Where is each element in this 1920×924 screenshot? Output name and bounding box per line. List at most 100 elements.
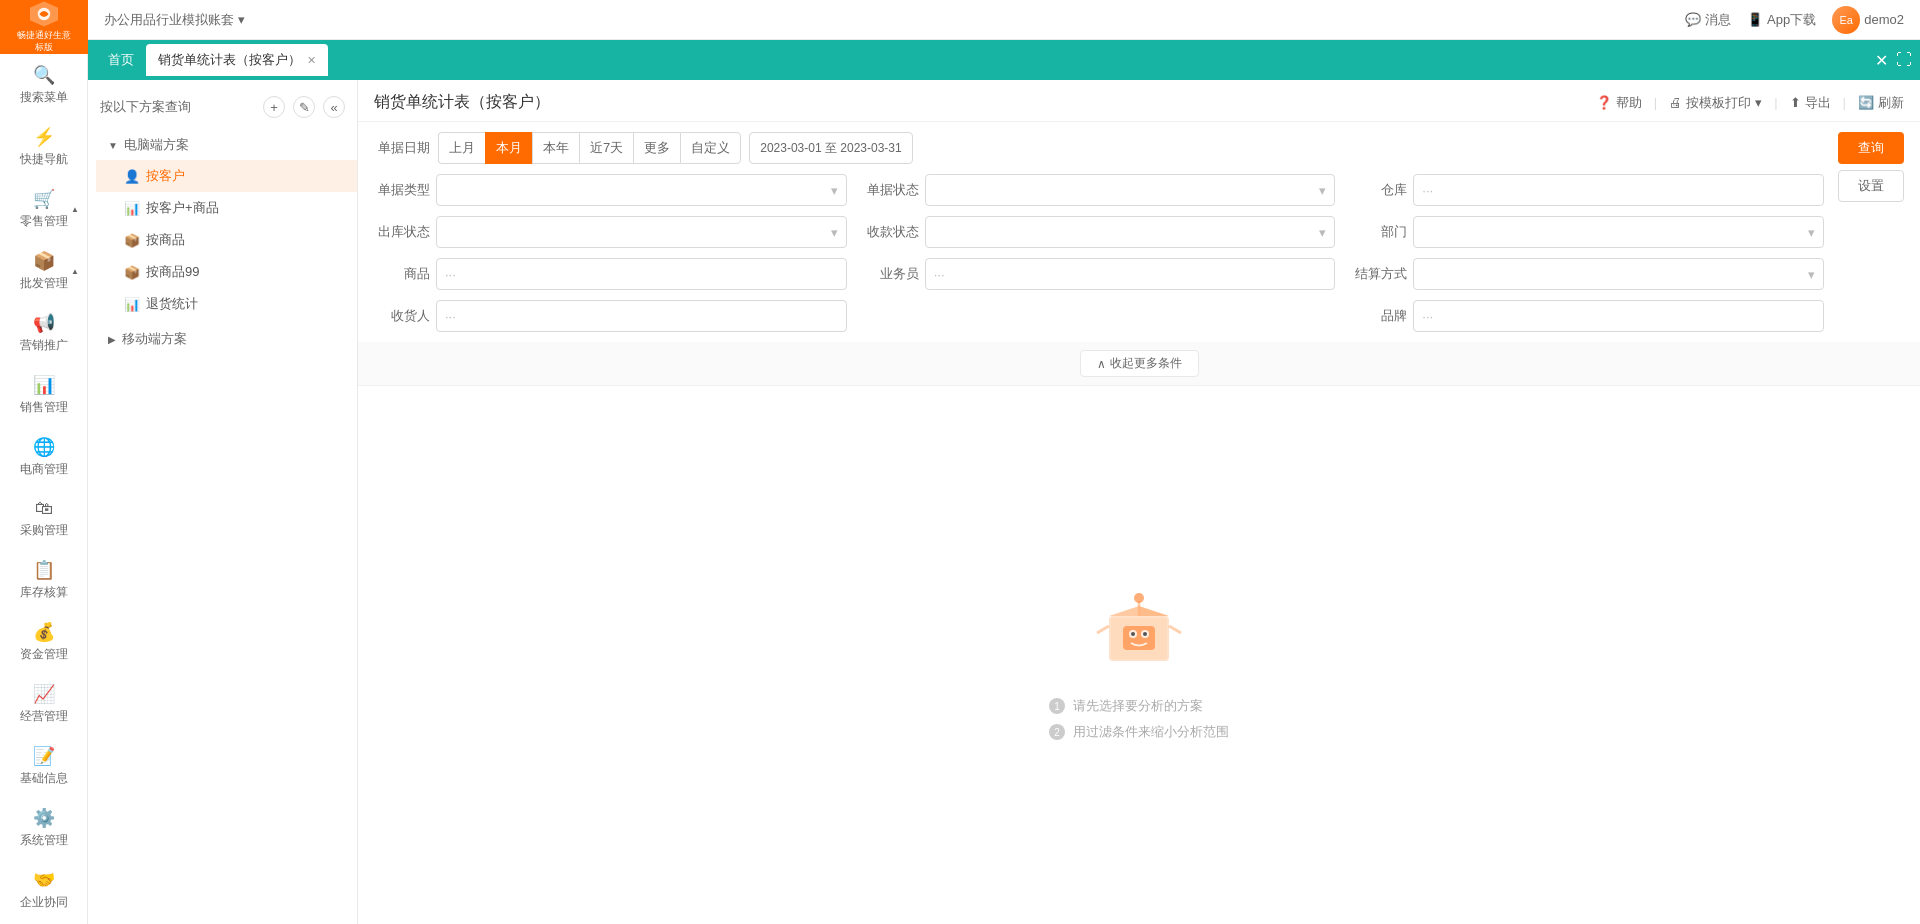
tab-sales-stat-label: 销货单统计表（按客户）: [158, 51, 301, 69]
out-status-chevron: ▾: [831, 225, 838, 240]
close-window-btn[interactable]: ✕: [1875, 51, 1888, 70]
date-btn-7days[interactable]: 近7天: [579, 132, 633, 164]
operations-icon: 📈: [33, 683, 55, 705]
date-btn-this-month[interactable]: 本月: [485, 132, 532, 164]
help-button[interactable]: ❓ 帮助: [1596, 94, 1642, 112]
scheme-item-by-goods[interactable]: 📦 按商品: [96, 224, 357, 256]
order-type-input[interactable]: ▾: [436, 174, 847, 206]
app-download-button[interactable]: 📱 App下载: [1747, 11, 1816, 29]
purchase-icon: 🛍: [35, 498, 53, 519]
filter-cell-salesperson: 业务员 ···: [863, 258, 1336, 290]
download-icon: 📱: [1747, 12, 1763, 27]
filter-cell-dept: 部门 ▾: [1351, 216, 1824, 248]
settings-button[interactable]: 设置: [1838, 170, 1904, 202]
tab-bar: 首页 销货单统计表（按客户） ✕ ✕ ⛶: [88, 40, 1920, 80]
scheme-item-return-stat[interactable]: 📊 退货统计: [96, 288, 357, 320]
sidebar-item-sales[interactable]: 📊 销售管理: [0, 364, 87, 426]
query-button[interactable]: 查询: [1838, 132, 1904, 164]
sidebar-item-quick-nav[interactable]: ⚡ 快捷导航: [0, 116, 87, 178]
scheme-item-by-goods-99[interactable]: 📦 按商品99: [96, 256, 357, 288]
sidebar-item-wholesale[interactable]: 📦 批发管理: [0, 240, 87, 302]
scheme-group-desktop-items: 👤 按客户 📊 按客户+商品 📦 按商品 📦 按商品99: [88, 160, 357, 320]
brand-input[interactable]: ···: [1413, 300, 1824, 332]
quick-nav-icon: ⚡: [33, 126, 55, 148]
sidebar-item-inventory[interactable]: 📋 库存核算: [0, 549, 87, 611]
filter-cell-order-status: 单据状态 ▾: [863, 174, 1336, 206]
date-btn-last-month[interactable]: 上月: [438, 132, 485, 164]
sidebar-item-purchase[interactable]: 🛍 采购管理: [0, 488, 87, 549]
svg-point-9: [1143, 632, 1147, 636]
sidebar-item-ecommerce[interactable]: 🌐 电商管理: [0, 426, 87, 488]
scheme-panel: 按以下方案查询 + ✎ « ▼ 电脑端方案 👤 按客户 📊 按: [88, 80, 358, 924]
scheme-group-mobile-title[interactable]: ▶ 移动端方案: [88, 324, 357, 354]
svg-marker-2: [1109, 606, 1139, 616]
payment-status-input[interactable]: ▾: [925, 216, 1336, 248]
sidebar-label-operations: 经营管理: [20, 708, 68, 725]
tab-close-icon[interactable]: ✕: [307, 54, 316, 67]
tab-home[interactable]: 首页: [96, 44, 146, 76]
salesperson-input[interactable]: ···: [925, 258, 1336, 290]
sidebar-label-purchase: 采购管理: [20, 522, 68, 539]
scheme-panel-header: 按以下方案查询 + ✎ «: [88, 88, 357, 126]
warehouse-input[interactable]: ···: [1413, 174, 1824, 206]
sidebar-label-ecommerce: 电商管理: [20, 461, 68, 478]
sidebar-item-finance[interactable]: 💰 资金管理: [0, 611, 87, 673]
print-icon: 🖨: [1669, 95, 1682, 110]
collapse-button[interactable]: ∧ 收起更多条件: [1080, 350, 1199, 377]
filter-cell-out-status: 出库状态 ▾: [374, 216, 847, 248]
fullscreen-btn[interactable]: ⛶: [1896, 51, 1912, 69]
divider-3: |: [1843, 95, 1846, 110]
username: demo2: [1864, 12, 1904, 27]
sidebar-item-retail[interactable]: 🛒 零售管理: [0, 178, 87, 240]
scheme-item-return-stat-label: 退货统计: [146, 295, 198, 313]
scheme-item-by-customer-goods[interactable]: 📊 按客户+商品: [96, 192, 357, 224]
account-selector[interactable]: 办公用品行业模拟账套 ▾: [104, 11, 245, 29]
user-profile[interactable]: Ea demo2: [1832, 6, 1904, 34]
goods-input[interactable]: ···: [436, 258, 847, 290]
settlement-input[interactable]: ▾: [1413, 258, 1824, 290]
print-button[interactable]: 🖨 按模板打印 ▾: [1669, 94, 1762, 112]
export-button[interactable]: ⬆ 导出: [1790, 94, 1831, 112]
date-btn-custom[interactable]: 自定义: [680, 132, 741, 164]
collapse-scheme-button[interactable]: «: [323, 96, 345, 118]
search-icon: 🔍: [33, 64, 55, 86]
sidebar-item-operations[interactable]: 📈 经营管理: [0, 673, 87, 735]
order-status-label: 单据状态: [863, 181, 919, 199]
message-button[interactable]: 💬 消息: [1685, 11, 1731, 29]
sidebar-item-system[interactable]: ⚙️ 系统管理: [0, 797, 87, 859]
out-status-input[interactable]: ▾: [436, 216, 847, 248]
refresh-button[interactable]: 🔄 刷新: [1858, 94, 1904, 112]
sidebar-item-basic-info[interactable]: 📝 基础信息: [0, 735, 87, 797]
dept-input[interactable]: ▾: [1413, 216, 1824, 248]
collapse-bar[interactable]: ∧ 收起更多条件: [358, 342, 1920, 386]
print-label: 按模板打印: [1686, 94, 1751, 112]
sidebar-label-quick-nav: 快捷导航: [20, 151, 68, 168]
sidebar-label-marketing: 营销推广: [20, 337, 68, 354]
date-range-display[interactable]: 2023-03-01 至 2023-03-31: [749, 132, 912, 164]
hint-num-1: 1: [1049, 698, 1065, 714]
order-status-chevron: ▾: [1319, 183, 1326, 198]
sidebar-item-marketing[interactable]: 📢 营销推广: [0, 302, 87, 364]
help-icon: ❓: [1596, 95, 1612, 110]
add-scheme-button[interactable]: +: [263, 96, 285, 118]
refresh-label: 刷新: [1878, 94, 1904, 112]
date-btn-more[interactable]: 更多: [633, 132, 680, 164]
tab-sales-stat[interactable]: 销货单统计表（按客户） ✕: [146, 44, 328, 76]
order-type-chevron: ▾: [831, 183, 838, 198]
scheme-group-desktop-title[interactable]: ▼ 电脑端方案: [88, 130, 357, 160]
sidebar-item-enterprise[interactable]: 🤝 企业协同: [0, 859, 87, 921]
collapse-up-icon: ∧: [1097, 357, 1106, 371]
receiver-input[interactable]: ···: [436, 300, 847, 332]
date-btn-this-year[interactable]: 本年: [532, 132, 579, 164]
content-wrapper: 按以下方案查询 + ✎ « ▼ 电脑端方案 👤 按客户 📊 按: [88, 80, 1920, 924]
avatar: Ea: [1832, 6, 1860, 34]
finance-icon: 💰: [33, 621, 55, 643]
order-status-input[interactable]: ▾: [925, 174, 1336, 206]
sidebar: 畅捷通好生意 标版 🔍 搜索菜单 ⚡ 快捷导航 🛒 零售管理 📦 批发管理 📢 …: [0, 0, 88, 924]
scheme-panel-title: 按以下方案查询: [100, 98, 255, 116]
customer-scheme-icon: 👤: [124, 169, 140, 184]
filter-cell-goods: 商品 ···: [374, 258, 847, 290]
sidebar-item-search[interactable]: 🔍 搜索菜单: [0, 54, 87, 116]
scheme-item-by-customer[interactable]: 👤 按客户: [96, 160, 357, 192]
edit-scheme-button[interactable]: ✎: [293, 96, 315, 118]
